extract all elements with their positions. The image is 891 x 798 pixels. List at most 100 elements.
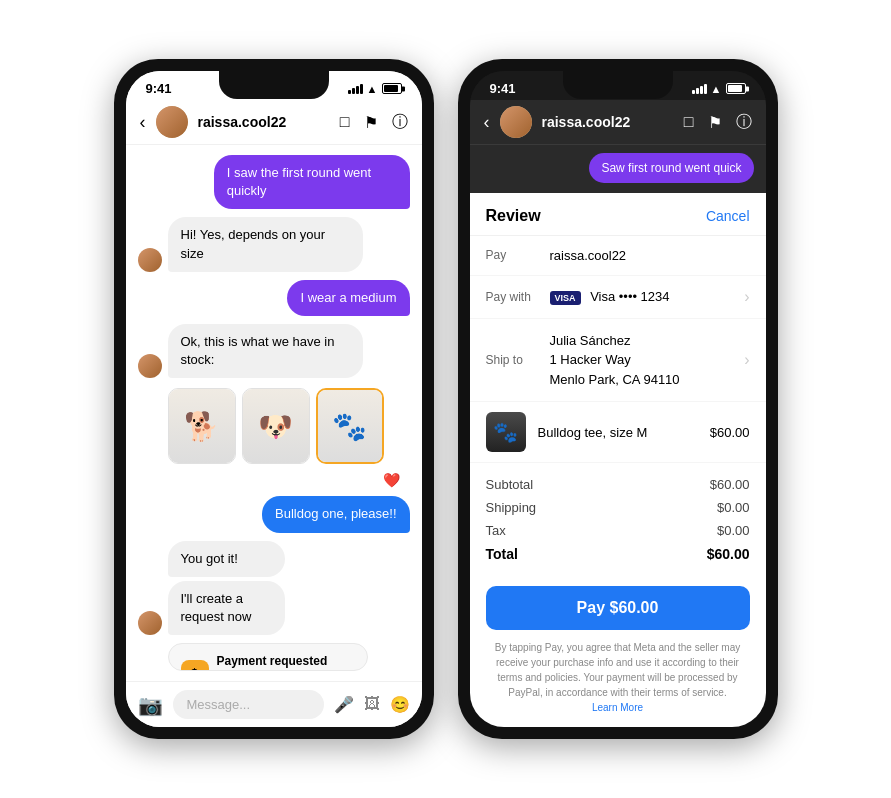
heart-icon: ❤️: [383, 472, 400, 488]
review-title: Review: [486, 207, 541, 225]
payment-title: Payment requested: [217, 654, 328, 668]
flag-icon[interactable]: ⚑: [364, 113, 378, 132]
product-card-3[interactable]: 🐾: [316, 388, 384, 464]
item-name: Bulldog tee, size M: [538, 425, 698, 440]
disclaimer: By tapping Pay, you agree that Meta and …: [470, 640, 766, 727]
pay-label: Pay: [486, 248, 540, 262]
tax-label: Tax: [486, 523, 506, 538]
username-1: raissa.cool22: [198, 114, 330, 130]
msg-row-sent-3: Bulldog one, please!!: [138, 496, 410, 532]
input-bar-1: 📷 Message... 🎤 🖼 😊: [126, 681, 422, 727]
pay-to-row: Pay raissa.cool22: [470, 236, 766, 276]
chat-preview: Saw first round went quick: [470, 145, 766, 193]
signal-icon-2: [692, 84, 707, 94]
product-card-2[interactable]: 🐶: [242, 388, 310, 464]
dog-tshirt-3: 🐾: [318, 390, 382, 462]
review-header: Review Cancel: [470, 193, 766, 236]
wifi-icon: ▲: [367, 83, 378, 95]
subtotal-row: Subtotal $60.00: [486, 473, 750, 496]
flag-icon-2[interactable]: ⚑: [708, 113, 722, 132]
main-container: 9:41 ▲ ‹: [94, 39, 798, 759]
shipping-value: $0.00: [717, 500, 750, 515]
preview-bubble: Saw first round went quick: [589, 153, 753, 183]
nav-icons-1: □ ⚑ ⓘ: [340, 112, 408, 133]
dog-tshirt-1: 🐕: [169, 389, 235, 463]
msg-row-received-1: Hi! Yes, depends on your size: [138, 217, 410, 271]
msg-row-sent-1: I saw the first round went quickly: [138, 155, 410, 209]
emoji-icon[interactable]: 😊: [390, 695, 410, 714]
notch-1: [219, 71, 329, 99]
bubble-received-3b: I'll create a request now: [168, 581, 285, 635]
phone-2: 9:41 ▲ ‹: [458, 59, 778, 739]
msg-row-received-2: Ok, this is what we have in stock:: [138, 324, 410, 378]
total-row: Total $60.00: [486, 542, 750, 566]
screen-2: 9:41 ▲ ‹: [470, 71, 766, 727]
signal-icon: [348, 84, 363, 94]
subtotal-label: Subtotal: [486, 477, 534, 492]
totals-section: Subtotal $60.00 Shipping $0.00 Tax $0.00: [470, 463, 766, 576]
msg-avatar-3: [138, 611, 162, 635]
message-input[interactable]: Message...: [173, 690, 324, 719]
pay-to-value: raissa.cool22: [550, 248, 750, 263]
product-card-1[interactable]: 🐕: [168, 388, 236, 464]
msg-row-sent-2: I wear a medium: [138, 280, 410, 316]
nav-bar-2: ‹ raissa.cool22 □ ⚑ ⓘ: [470, 100, 766, 145]
ship-to-row[interactable]: Ship to Julia Sánchez 1 Hacker Way Menlo…: [470, 319, 766, 403]
mic-icon[interactable]: 🎤: [334, 695, 354, 714]
nav-icons-2: □ ⚑ ⓘ: [684, 112, 752, 133]
ship-to-label: Ship to: [486, 353, 540, 367]
time-1: 9:41: [146, 81, 172, 96]
pay-with-label: Pay with: [486, 290, 540, 304]
payment-total: Total: $60: [217, 670, 328, 671]
shipping-row: Shipping $0.00: [486, 496, 750, 519]
msg-avatar-2: [138, 354, 162, 378]
ship-address: Julia Sánchez 1 Hacker Way Menlo Park, C…: [550, 331, 735, 390]
total-label: Total: [486, 546, 518, 562]
notch-2: [563, 71, 673, 99]
bubble-received-3a: You got it!: [168, 541, 285, 577]
payment-dollar-icon: $: [181, 660, 209, 671]
battery-icon-2: [726, 83, 746, 94]
avatar-2: [500, 106, 532, 138]
cancel-button[interactable]: Cancel: [706, 208, 750, 224]
camera-icon[interactable]: 📷: [138, 693, 163, 717]
wifi-icon-2: ▲: [711, 83, 722, 95]
tax-row: Tax $0.00: [486, 519, 750, 542]
msg-row-received-3: You got it! I'll create a request now: [138, 541, 410, 636]
item-row: 🐾 Bulldog tee, size M $60.00: [470, 402, 766, 463]
total-value: $60.00: [707, 546, 750, 562]
msg-avatar-1: [138, 248, 162, 272]
image-icon[interactable]: 🖼: [364, 695, 380, 714]
item-thumbnail: 🐾: [486, 412, 526, 452]
pay-with-row[interactable]: Pay with VISA Visa •••• 1234 ›: [470, 276, 766, 319]
back-button-2[interactable]: ‹: [484, 112, 490, 133]
username-2: raissa.cool22: [542, 114, 674, 130]
shipping-label: Shipping: [486, 500, 537, 515]
learn-more-link[interactable]: Learn More: [592, 702, 643, 713]
bubble-sent-3: Bulldog one, please!!: [262, 496, 409, 532]
pay-large-button[interactable]: Pay $60.00: [486, 586, 750, 630]
review-panel: Review Cancel Pay raissa.cool22 Pay with…: [470, 193, 766, 728]
bubble-sent-1: I saw the first round went quickly: [214, 155, 410, 209]
screen-1: 9:41 ▲ ‹: [126, 71, 422, 727]
visa-badge: VISA: [550, 291, 581, 305]
dog-tshirt-2: 🐶: [243, 389, 309, 463]
info-icon-2[interactable]: ⓘ: [736, 112, 752, 133]
phone-1: 9:41 ▲ ‹: [114, 59, 434, 739]
payment-card-widget: $ Payment requested Total: $60 Bulldog t…: [168, 643, 368, 671]
video-icon[interactable]: □: [340, 113, 350, 131]
review-body: Pay raissa.cool22 Pay with VISA Visa •••…: [470, 236, 766, 728]
bubble-sent-2: I wear a medium: [287, 280, 409, 316]
time-2: 9:41: [490, 81, 516, 96]
back-button-1[interactable]: ‹: [140, 112, 146, 133]
nav-bar-1: ‹ raissa.cool22 □ ⚑ ⓘ: [126, 100, 422, 145]
video-icon-2[interactable]: □: [684, 113, 694, 131]
info-icon[interactable]: ⓘ: [392, 112, 408, 133]
bubble-received-1: Hi! Yes, depends on your size: [168, 217, 364, 271]
battery-icon: [382, 83, 402, 94]
avatar-1: [156, 106, 188, 138]
subtotal-value: $60.00: [710, 477, 750, 492]
heart-row: ❤️: [138, 472, 400, 488]
chat-area-1: I saw the first round went quickly Hi! Y…: [126, 145, 422, 681]
pay-with-value: VISA Visa •••• 1234: [550, 289, 735, 304]
